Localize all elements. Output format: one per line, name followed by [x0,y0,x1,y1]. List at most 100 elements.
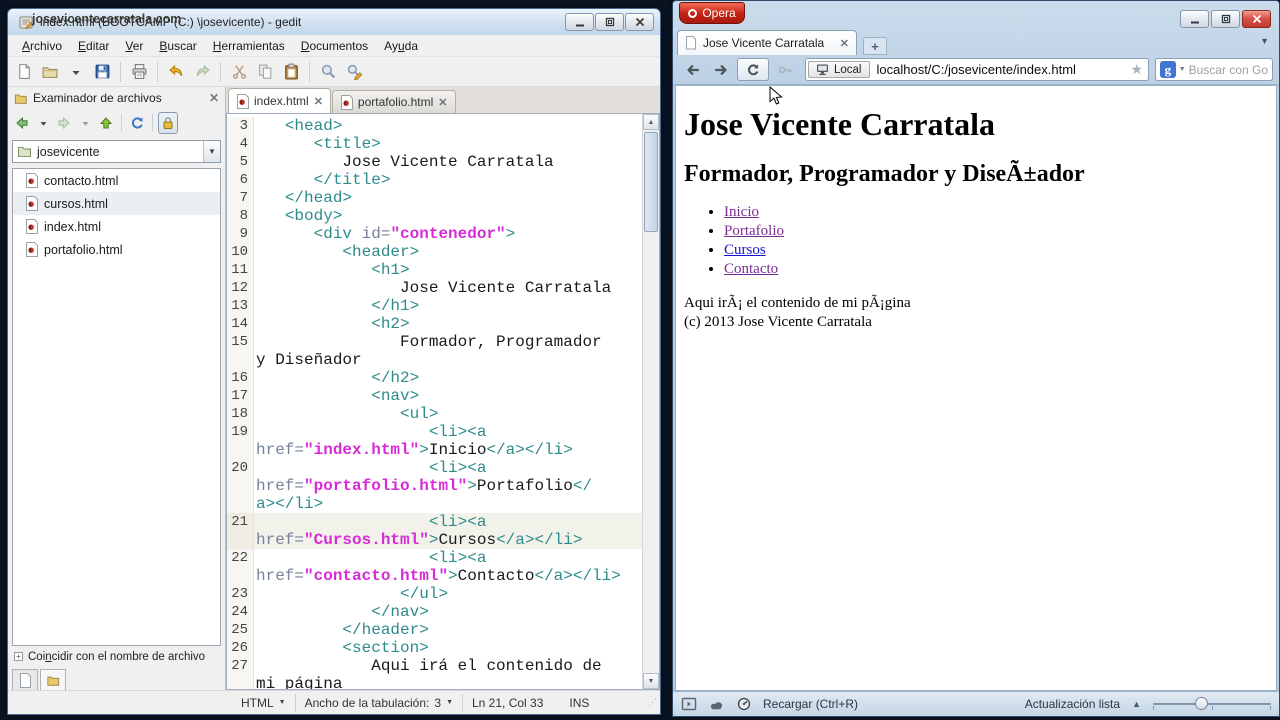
match-filename-row[interactable]: + Coincidir con el nombre de archivo [8,646,225,667]
restore-button[interactable] [595,13,624,31]
file-item[interactable]: contacto.html [13,169,220,192]
scrollbar-thumb[interactable] [644,132,658,232]
open-folder-icon[interactable] [41,63,59,80]
copy-button[interactable] [253,60,277,84]
back-dropdown-icon[interactable] [39,117,48,129]
opera-turbo-icon[interactable] [736,696,752,712]
undo-button[interactable] [164,60,188,84]
file-item[interactable]: index.html [13,215,220,238]
forward-button[interactable] [54,112,74,134]
folder-dropdown-icon[interactable]: ▼ [203,141,220,162]
code-editor[interactable]: 3 <head> 4 <title> 5 Jose Vicente Carratal… [227,114,642,689]
search-engine-dropdown-icon[interactable]: ▼ [1179,66,1186,73]
page-link-cursos[interactable]: Cursos [724,242,766,258]
scroll-up-icon[interactable]: ▲ [643,114,659,130]
url-text[interactable]: localhost/C:/josevicente/index.html [870,62,1131,77]
opera-restore-button[interactable] [1211,10,1240,28]
menu-archivo[interactable]: Archivo [14,36,70,56]
update-chevron-icon[interactable]: ▲ [1132,699,1141,709]
file-item[interactable]: cursos.html [13,192,220,215]
open-dropdown-button[interactable] [64,60,88,84]
editor-tab-index-html[interactable]: index.html ✕ [228,88,331,113]
resize-grip[interactable]: ⋰ [648,697,657,708]
page-link-contacto[interactable]: Contacto [724,261,778,277]
editor-tab-portafolio-html[interactable]: portafolio.html ✕ [331,90,456,113]
side-panel-close-icon[interactable]: ✕ [209,91,219,105]
copy-icon[interactable] [257,63,274,80]
zoom-slider-knob[interactable] [1195,697,1209,710]
browser-tab[interactable]: Jose Vicente Carratala ✕ [677,30,857,55]
up-icon[interactable] [98,115,114,131]
reload-label[interactable]: Recargar (Ctrl+R) [763,697,858,711]
back-dropdown-button[interactable] [33,112,53,134]
file-browser-panel-tab[interactable] [40,669,66,690]
zoom-slider[interactable] [1153,697,1271,711]
print-button[interactable] [127,60,151,84]
find-replace-icon[interactable] [346,63,363,80]
menu-documentos[interactable]: Documentos [293,36,376,56]
back-icon[interactable] [679,58,705,82]
menu-ver[interactable]: Ver [117,36,151,56]
menu-ayuda[interactable]: Ayuda [376,36,426,56]
html-file-icon[interactable] [25,173,38,188]
html-file-icon[interactable] [236,93,249,109]
new-document-button[interactable] [12,60,36,84]
refresh-icon[interactable] [129,115,145,131]
undo-icon[interactable] [168,63,185,80]
forward-icon[interactable] [708,58,734,82]
tab-list-chevron-icon[interactable]: ▼ [1260,36,1269,46]
file-item[interactable]: portafolio.html [13,238,220,261]
new-document-icon[interactable] [16,63,33,80]
tab-close-icon[interactable]: ✕ [840,37,849,50]
open-dropdown-icon[interactable] [71,65,81,79]
html-file-icon[interactable] [25,219,38,234]
html-file-icon[interactable] [340,94,353,110]
save-button[interactable] [90,60,114,84]
find-replace-button[interactable] [342,60,366,84]
documents-panel-tab[interactable] [12,669,38,690]
gedit-titlebar[interactable]: index.html (BOOTCAMP (C:) \josevicente) … [8,9,660,35]
close-button[interactable] [625,13,654,31]
lock-button[interactable] [158,112,178,134]
opera-minimize-button[interactable] [1180,10,1209,28]
menu-editar[interactable]: Editar [70,36,117,56]
paste-button[interactable] [279,60,303,84]
html-file-icon[interactable] [25,242,38,257]
expander-icon[interactable]: + [14,652,23,661]
refresh-button[interactable] [127,112,147,134]
save-icon[interactable] [94,63,111,80]
print-icon[interactable] [131,63,148,80]
search-field[interactable]: g ▼ Buscar con Goo [1155,58,1273,81]
panel-toggle-icon[interactable] [681,696,697,712]
editor-scrollbar[interactable]: ▲ ▼ [642,114,659,689]
tab-width-selector[interactable]: Ancho de la tabulación: 3 ▼ [296,694,462,712]
minimize-button[interactable] [565,13,594,31]
menu-buscar[interactable]: Buscar [151,36,204,56]
forward-dropdown-icon[interactable] [81,117,90,129]
forward-dropdown-button[interactable] [75,112,95,134]
reload-button[interactable] [737,58,769,81]
up-button[interactable] [96,112,116,134]
back-button[interactable] [12,112,32,134]
open-folder-button[interactable] [38,60,62,84]
key-icon[interactable] [772,58,798,82]
cut-icon[interactable] [231,63,248,80]
paste-icon[interactable] [283,63,300,80]
tab-close-icon[interactable]: ✕ [438,96,447,109]
folder-selector[interactable]: josevicente ▼ [12,140,221,163]
language-selector[interactable]: HTML ▼ [232,694,295,712]
forward-icon[interactable] [56,115,72,131]
page-link-inicio[interactable]: Inicio [724,204,759,220]
find-icon[interactable] [320,63,337,80]
back-icon[interactable] [14,115,30,131]
bookmark-star-icon[interactable]: ★ [1130,61,1143,78]
opera-menu-button[interactable]: Opera [679,2,745,24]
redo-button[interactable] [190,60,214,84]
redo-icon[interactable] [194,63,211,80]
new-tab-button[interactable]: + [863,37,887,55]
find-button[interactable] [316,60,340,84]
local-badge[interactable]: Local [808,61,870,78]
opera-link-cloud-icon[interactable] [708,697,725,711]
lock-icon[interactable] [160,115,176,131]
address-field[interactable]: Local localhost/C:/josevicente/index.htm… [805,58,1149,81]
